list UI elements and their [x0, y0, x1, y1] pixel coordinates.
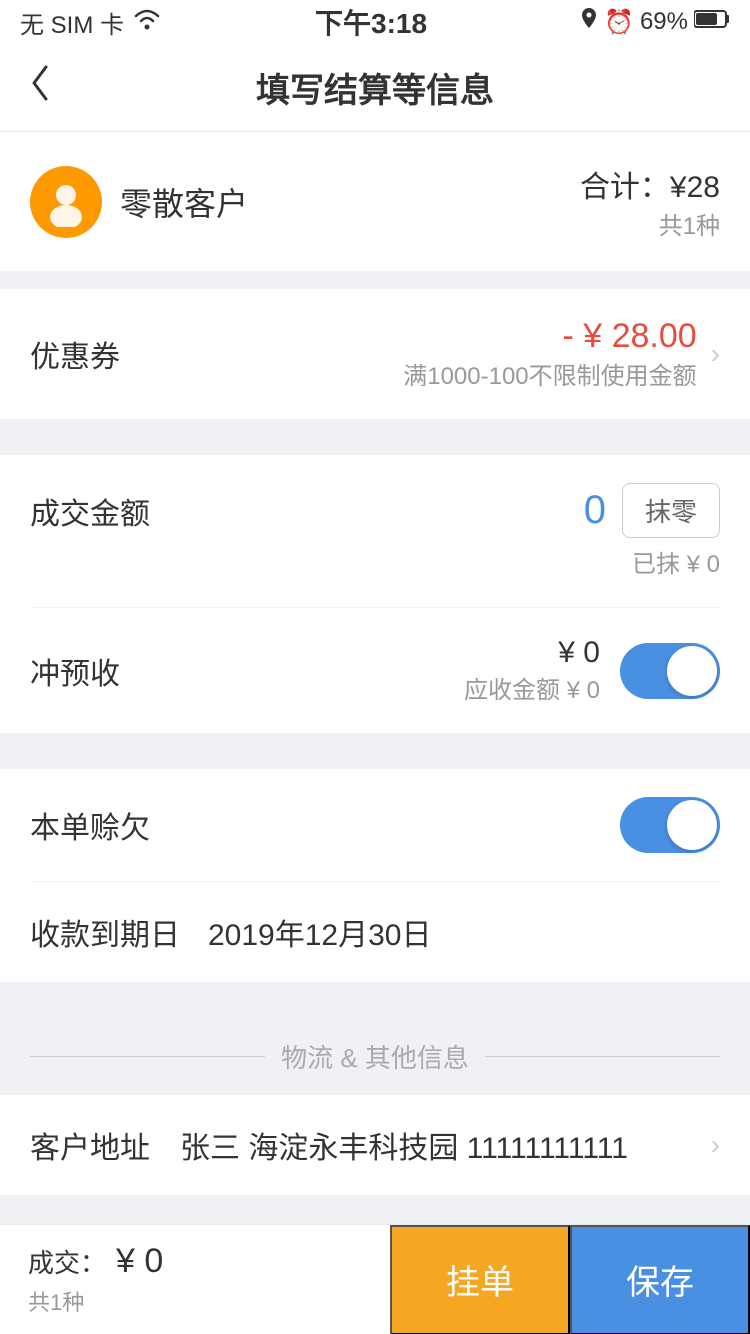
toggle-knob — [667, 646, 717, 696]
logistics-line-right — [485, 1056, 720, 1057]
deal-amount-sub: 已抹 ¥ 0 — [30, 544, 720, 579]
customer-name: 零散客户 — [120, 179, 248, 225]
duedate-row: 收款到期日 2019年12月30日 — [30, 910, 720, 954]
customer-right: 合计：¥28 共1种 — [580, 162, 720, 241]
debt-label: 本单赊欠 — [30, 803, 150, 847]
bottom-deal-label: 成交： — [28, 1243, 106, 1280]
advance-right: ¥ 0 应收金额 ¥ 0 — [464, 636, 720, 705]
advance-amounts: ¥ 0 应收金额 ¥ 0 — [464, 636, 600, 705]
customer-left: 零散客户 — [30, 166, 248, 238]
deal-amount-value: 0 — [584, 488, 606, 533]
advance-sub: 应收金额 ¥ 0 — [464, 670, 600, 705]
battery-text: 69% — [640, 8, 688, 36]
bottom-count: 共1种 — [28, 1285, 362, 1317]
coupon-label: 优惠券 — [30, 332, 120, 376]
chevron-icon: › — [711, 338, 720, 370]
section-sep-2 — [0, 751, 750, 769]
advance-amount: ¥ 0 — [464, 636, 600, 670]
duedate-value: 2019年12月30日 — [208, 910, 431, 954]
content: 零散客户 合计：¥28 共1种 优惠券 - ¥ 28.00 满1000-100不… — [0, 132, 750, 1333]
address-value: 张三 海淀永丰科技园 11111111111 — [180, 1123, 711, 1167]
duedate-label: 收款到期日 — [30, 910, 180, 954]
status-left: 无 SIM 卡 — [20, 5, 162, 40]
bottom-left: 成交： ¥ 0 共1种 — [0, 1242, 390, 1317]
debt-row: 本单赊欠 — [0, 769, 750, 881]
nav-bar: 填写结算等信息 — [0, 44, 750, 132]
bottom-deal: 成交： ¥ 0 — [28, 1242, 362, 1281]
customer-row: 零散客户 合计：¥28 共1种 — [0, 132, 750, 271]
sim-text: 无 SIM 卡 — [20, 5, 124, 40]
section-sep-1 — [0, 437, 750, 455]
deal-amount-row: 成交金额 0 抹零 — [30, 483, 720, 538]
address-label: 客户地址 — [30, 1123, 150, 1167]
advance-toggle[interactable] — [620, 643, 720, 699]
section-sep-3 — [0, 1000, 750, 1018]
customer-count: 共1种 — [580, 206, 720, 241]
wifi-icon — [132, 8, 162, 37]
status-right: ⏰ 69% — [580, 8, 730, 37]
coupon-values: - ¥ 28.00 满1000-100不限制使用金额 — [403, 317, 696, 391]
logistics-sep: 物流 & 其他信息 — [0, 1018, 750, 1095]
page-title: 填写结算等信息 — [256, 63, 494, 112]
address-right: › — [711, 1129, 720, 1161]
debt-toggle[interactable] — [620, 797, 720, 853]
battery-icon — [694, 8, 730, 36]
status-bar: 无 SIM 卡 下午3:18 ⏰ 69% — [0, 0, 750, 44]
avatar — [30, 166, 102, 238]
debt-card: 本单赊欠 收款到期日 2019年12月30日 — [0, 769, 750, 982]
coupon-amount: - ¥ 28.00 — [403, 317, 696, 356]
deal-amount-card: 成交金额 0 抹零 已抹 ¥ 0 冲预收 ¥ 0 应收金额 ¥ 0 — [0, 455, 750, 733]
customer-total: 合计：¥28 — [580, 162, 720, 206]
address-card[interactable]: 客户地址 张三 海淀永丰科技园 11111111111 › — [0, 1095, 750, 1195]
advance-label: 冲预收 — [30, 649, 120, 693]
coupon-desc: 满1000-100不限制使用金额 — [403, 356, 696, 391]
coupon-row[interactable]: 优惠券 - ¥ 28.00 满1000-100不限制使用金额 › — [0, 289, 750, 419]
logistics-text: 物流 & 其他信息 — [281, 1038, 469, 1075]
duedate-section: 收款到期日 2019年12月30日 — [0, 882, 750, 982]
customer-card: 零散客户 合计：¥28 共1种 — [0, 132, 750, 271]
bottom-deal-amount: ¥ 0 — [116, 1242, 163, 1281]
coupon-card[interactable]: 优惠券 - ¥ 28.00 满1000-100不限制使用金额 › — [0, 289, 750, 419]
status-time: 下午3:18 — [315, 2, 427, 42]
back-button[interactable] — [28, 63, 52, 112]
address-chevron-icon: › — [711, 1129, 720, 1161]
address-row[interactable]: 客户地址 张三 海淀永丰科技园 11111111111 › — [0, 1095, 750, 1195]
debt-toggle-knob — [667, 800, 717, 850]
round-button[interactable]: 抹零 — [622, 483, 720, 538]
pending-button[interactable]: 挂单 — [390, 1225, 570, 1334]
bottom-bar: 成交： ¥ 0 共1种 挂单 保存 — [0, 1224, 750, 1334]
coupon-right: - ¥ 28.00 满1000-100不限制使用金额 › — [403, 317, 720, 391]
save-button[interactable]: 保存 — [570, 1225, 750, 1334]
deal-amount-label: 成交金额 — [30, 489, 150, 533]
logistics-line-left — [30, 1056, 265, 1057]
location-icon — [580, 8, 598, 37]
advance-row: 冲预收 ¥ 0 应收金额 ¥ 0 — [0, 608, 750, 733]
deal-amount-section: 成交金额 0 抹零 已抹 ¥ 0 — [0, 455, 750, 607]
deal-amount-right: 0 抹零 — [584, 483, 720, 538]
alarm-icon: ⏰ — [604, 8, 634, 37]
